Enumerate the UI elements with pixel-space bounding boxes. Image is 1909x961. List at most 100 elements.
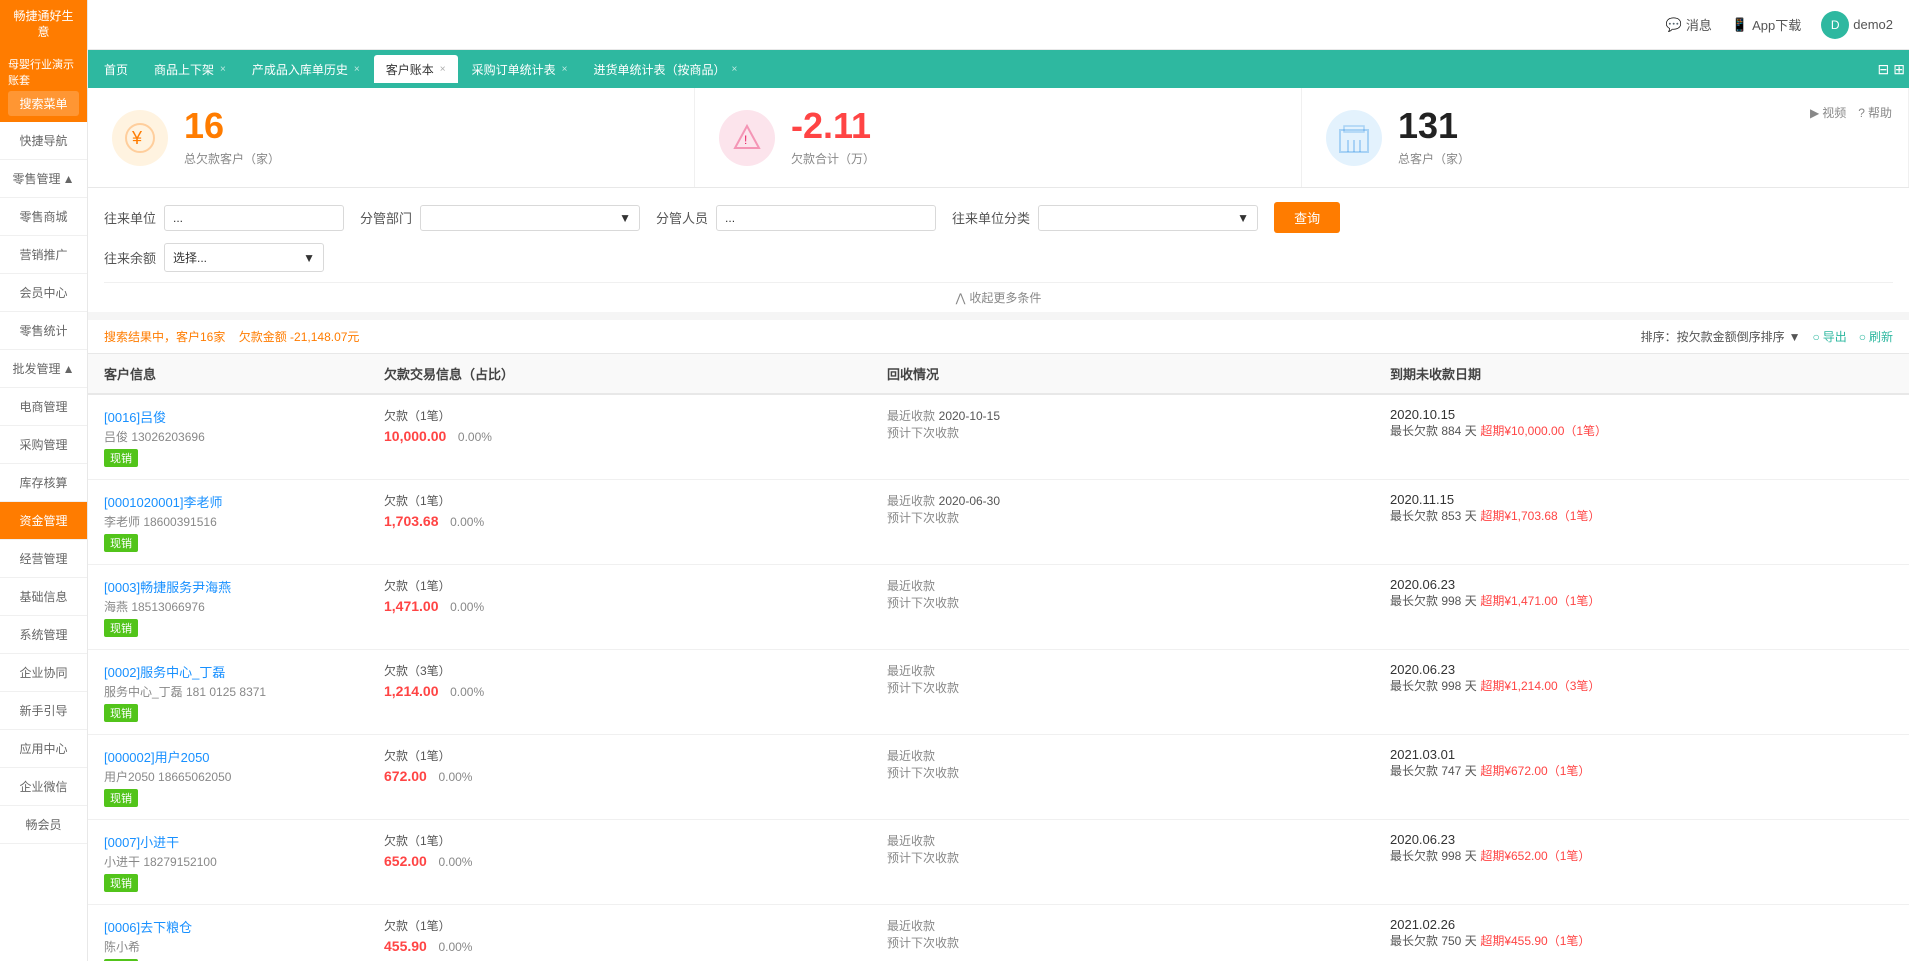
overdue-link[interactable]: 超期¥1,471.00（1笔） — [1480, 594, 1600, 608]
collection-cell: 最近收款 预计下次收款 — [887, 747, 1390, 781]
sort-selector[interactable]: 排序：按欠款金额倒序排序 ▼ — [1641, 328, 1801, 345]
sidebar-item-enterprise-wechat[interactable]: 企业微信 — [0, 768, 87, 806]
customer-name-link[interactable]: [0006]去下粮仓 — [104, 917, 384, 936]
customer-name-link[interactable]: [0002]服务中心_丁磊 — [104, 662, 384, 681]
stat-info-debt: -2.11 欠款合计（万） — [791, 108, 1277, 167]
customer-phone: 服务中心_丁磊 181 0125 8371 — [104, 683, 384, 700]
overdue-days: 最长欠款 853 天 — [1390, 509, 1477, 523]
table-row: [0003]畅捷服务尹海燕 海燕 18513066976 现销 欠款（1笔） 1… — [88, 565, 1909, 650]
status-badge: 现销 — [104, 789, 138, 807]
overdue-link[interactable]: 超期¥1,703.68（1笔） — [1480, 509, 1600, 523]
sidebar-item-member-vip[interactable]: 畅会员 — [0, 806, 87, 844]
debt-info-cell: 欠款（1笔） 652.00 0.00% — [384, 832, 887, 869]
refresh-btn[interactable]: ○ 刷新 — [1859, 328, 1893, 345]
customer-phone: 用户2050 18665062050 — [104, 768, 384, 785]
query-button[interactable]: 查询 — [1274, 202, 1340, 233]
sidebar-item-operations[interactable]: 经营管理 — [0, 540, 87, 578]
col-debt-info: 欠款交易信息（占比） — [384, 364, 887, 383]
close-icon[interactable]: × — [440, 64, 446, 75]
last-collection: 最近收款 — [887, 747, 1390, 764]
sidebar-item-label: 零售管理 — [13, 170, 61, 187]
due-date-cell: 2021.02.26 最长欠款 750 天 超期¥455.90（1笔） — [1390, 917, 1893, 949]
close-icon[interactable]: × — [731, 64, 737, 75]
sidebar-item-retail-stats[interactable]: 零售统计 — [0, 312, 87, 350]
close-icon[interactable]: × — [220, 64, 226, 75]
help-btn[interactable]: ? 帮助 — [1858, 104, 1892, 121]
debt-percent: 0.00% — [450, 685, 484, 699]
person-input[interactable]: ... — [716, 205, 936, 231]
collapse-filter-btn[interactable]: ⋀ 收起更多条件 — [104, 282, 1893, 312]
tab-home[interactable]: 首页 — [92, 55, 140, 83]
tabs-minimize-icon[interactable]: ⊟ — [1878, 61, 1890, 78]
balance-placeholder: 选择... — [173, 249, 207, 266]
close-icon[interactable]: × — [562, 64, 568, 75]
unit-category-label: 往来单位分类 — [952, 208, 1030, 227]
sidebar-item-enterprise-collab[interactable]: 企业协同 — [0, 654, 87, 692]
tab-products-offline[interactable]: 商品上下架 × — [142, 55, 238, 83]
search-menu-button[interactable]: 搜索菜单 — [8, 91, 79, 116]
sidebar-item-basic-info[interactable]: 基础信息 — [0, 578, 87, 616]
stat-card-debt-total: ! -2.11 欠款合计（万） — [695, 88, 1302, 187]
customer-name-link[interactable]: [000002]用户2050 — [104, 747, 384, 766]
overdue-link[interactable]: 超期¥455.90（1笔） — [1480, 934, 1590, 948]
app-download-btn[interactable]: 📱 App下载 — [1732, 15, 1801, 34]
tab-purchase-stats[interactable]: 采购订单统计表 × — [460, 55, 580, 83]
sidebar-item-purchase[interactable]: 采购管理 — [0, 426, 87, 464]
sidebar-item-retail-mgmt[interactable]: 零售管理 ▲ — [0, 160, 87, 198]
last-collection: 最近收款 — [887, 832, 1390, 849]
unit-category-select[interactable]: ▼ — [1038, 205, 1258, 231]
sidebar-item-app-center[interactable]: 应用中心 — [0, 730, 87, 768]
download-icon: 📱 — [1732, 17, 1748, 33]
customer-unit-input[interactable]: ... — [164, 205, 344, 231]
tab-production-history[interactable]: 产成品入库单历史 × — [240, 55, 372, 83]
customer-unit-label: 往来单位 — [104, 208, 156, 227]
dept-select[interactable]: ▼ — [420, 205, 640, 231]
overdue-link[interactable]: 超期¥10,000.00（1笔） — [1480, 424, 1607, 438]
overdue-link[interactable]: 超期¥672.00（1笔） — [1480, 764, 1590, 778]
tab-incoming-stats[interactable]: 进货单统计表（按商品） × — [581, 55, 749, 83]
export-btn[interactable]: ○ 导出 — [1812, 328, 1846, 345]
tabs-expand-icon[interactable]: ⊞ — [1893, 61, 1905, 78]
overdue-link[interactable]: 超期¥652.00（1笔） — [1480, 849, 1590, 863]
customer-name-link[interactable]: [0016]吕俊 — [104, 407, 384, 426]
overdue-link[interactable]: 超期¥1,214.00（3笔） — [1480, 679, 1600, 693]
user-profile-btn[interactable]: D demo2 — [1821, 11, 1893, 39]
tab-customer-account[interactable]: 客户账本 × — [374, 55, 458, 83]
sidebar-item-system[interactable]: 系统管理 — [0, 616, 87, 654]
overdue-days: 最长欠款 998 天 — [1390, 594, 1477, 608]
sidebar-item-member[interactable]: 会员中心 — [0, 274, 87, 312]
due-date: 2020.10.15 — [1390, 407, 1893, 422]
sidebar-item-quick-nav[interactable]: 快捷导航 — [0, 122, 87, 160]
last-collection-label: 最近收款 — [887, 664, 935, 678]
due-date: 2020.11.15 — [1390, 492, 1893, 507]
close-icon[interactable]: × — [354, 64, 360, 75]
debt-count: 欠款（1笔） — [384, 492, 887, 509]
sort-label: 排序：按欠款金额倒序排序 — [1641, 328, 1785, 345]
debt-icon: ! — [719, 110, 775, 166]
customer-name-link[interactable]: [0003]畅捷服务尹海燕 — [104, 577, 384, 596]
message-btn[interactable]: 💬 消息 — [1666, 15, 1712, 34]
sidebar-item-retail-store[interactable]: 零售商城 — [0, 198, 87, 236]
account-name: 母婴行业演示账套 — [8, 56, 79, 88]
sidebar-item-inventory[interactable]: 库存核算 — [0, 464, 87, 502]
debt-info-cell: 欠款（1笔） 672.00 0.00% — [384, 747, 887, 784]
overdue-info: 最长欠款 998 天 超期¥652.00（1笔） — [1390, 847, 1893, 864]
arrow-down-icon: ▲ — [63, 362, 75, 376]
sidebar-item-new-guide[interactable]: 新手引导 — [0, 692, 87, 730]
customer-name-link[interactable]: [0007]小进干 — [104, 832, 384, 851]
sidebar-item-marketing[interactable]: 营销推广 — [0, 236, 87, 274]
refresh-icon: ○ — [1859, 330, 1866, 344]
debt-count: 欠款（1笔） — [384, 407, 887, 424]
sidebar-item-batch-mgmt[interactable]: 批发管理 ▲ — [0, 350, 87, 388]
video-btn[interactable]: ▶ 视频 — [1810, 104, 1846, 121]
sidebar-nav: 快捷导航 零售管理 ▲ 零售商城 营销推广 会员中心 零售统计 批发管理 ▲ 电… — [0, 122, 87, 961]
debt-percent: 0.00% — [450, 515, 484, 529]
next-collection-label: 预计下次收款 — [887, 426, 959, 440]
sidebar-item-ecommerce[interactable]: 电商管理 — [0, 388, 87, 426]
balance-select[interactable]: 选择... ▼ — [164, 243, 324, 272]
video-icon: ▶ — [1810, 106, 1819, 120]
customer-name-link[interactable]: [0001020001]李老师 — [104, 492, 384, 511]
card3-actions: ▶ 视频 ? 帮助 — [1810, 104, 1892, 121]
sidebar-item-finance[interactable]: 资金管理 — [0, 502, 87, 540]
filter-area: 往来单位 ... 分管部门 ▼ 分管人员 — [88, 188, 1909, 312]
